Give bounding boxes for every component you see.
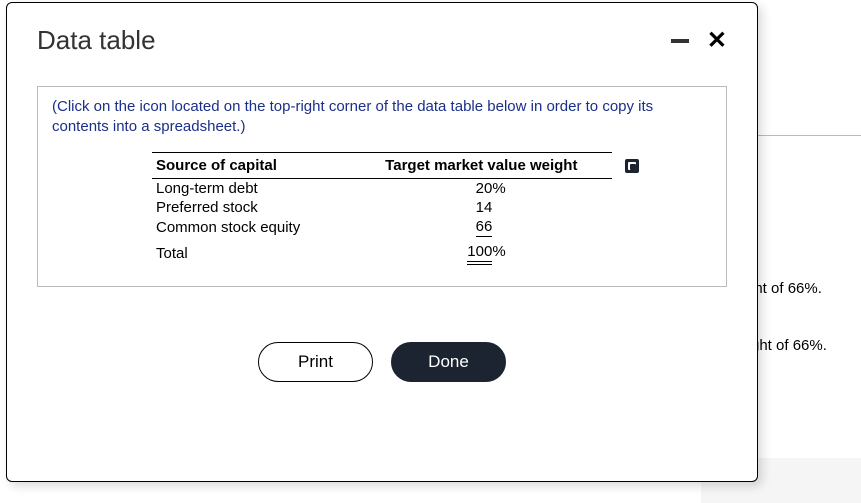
- data-table-modal: Data table ✕ (Click on the icon located …: [6, 2, 758, 482]
- cell-value: 66: [351, 217, 612, 238]
- col-header-weight: Target market value weight: [351, 152, 612, 178]
- cell-total-value: 100%: [351, 242, 612, 266]
- col-header-source: Source of capital: [152, 152, 351, 178]
- copy-table-icon[interactable]: [624, 158, 640, 174]
- background-text-2: ght of 66%.: [751, 337, 861, 354]
- print-button[interactable]: Print: [258, 342, 373, 382]
- modal-title: Data table: [37, 25, 156, 56]
- done-button[interactable]: Done: [391, 342, 506, 382]
- close-icon[interactable]: ✕: [707, 29, 727, 53]
- cell-value: 14: [351, 198, 612, 217]
- cell-total-label: Total: [152, 242, 351, 266]
- page-background: ght of 66%. ght of 66%.: [751, 0, 861, 503]
- cell-source: Preferred stock: [152, 198, 351, 217]
- table-header-row: Source of capital Target market value we…: [152, 152, 612, 178]
- table-wrap: Source of capital Target market value we…: [152, 152, 612, 266]
- window-controls: ✕: [671, 29, 727, 53]
- minimize-icon[interactable]: [671, 39, 689, 43]
- table-row: Preferred stock 14: [152, 198, 612, 217]
- button-row: Print Done: [7, 342, 757, 382]
- cell-source: Common stock equity: [152, 217, 351, 238]
- modal-header: Data table ✕: [7, 3, 757, 66]
- table-total-row: Total 100%: [152, 242, 612, 266]
- capital-structure-table: Source of capital Target market value we…: [152, 152, 612, 266]
- cell-source: Long-term debt: [152, 178, 351, 198]
- table-row: Long-term debt 20%: [152, 178, 612, 198]
- instruction-text: (Click on the icon located on the top-ri…: [52, 97, 712, 138]
- background-text-1: ght of 66%.: [746, 280, 856, 297]
- cell-value: 20%: [351, 178, 612, 198]
- content-box: (Click on the icon located on the top-ri…: [37, 86, 727, 287]
- table-row: Common stock equity 66: [152, 217, 612, 238]
